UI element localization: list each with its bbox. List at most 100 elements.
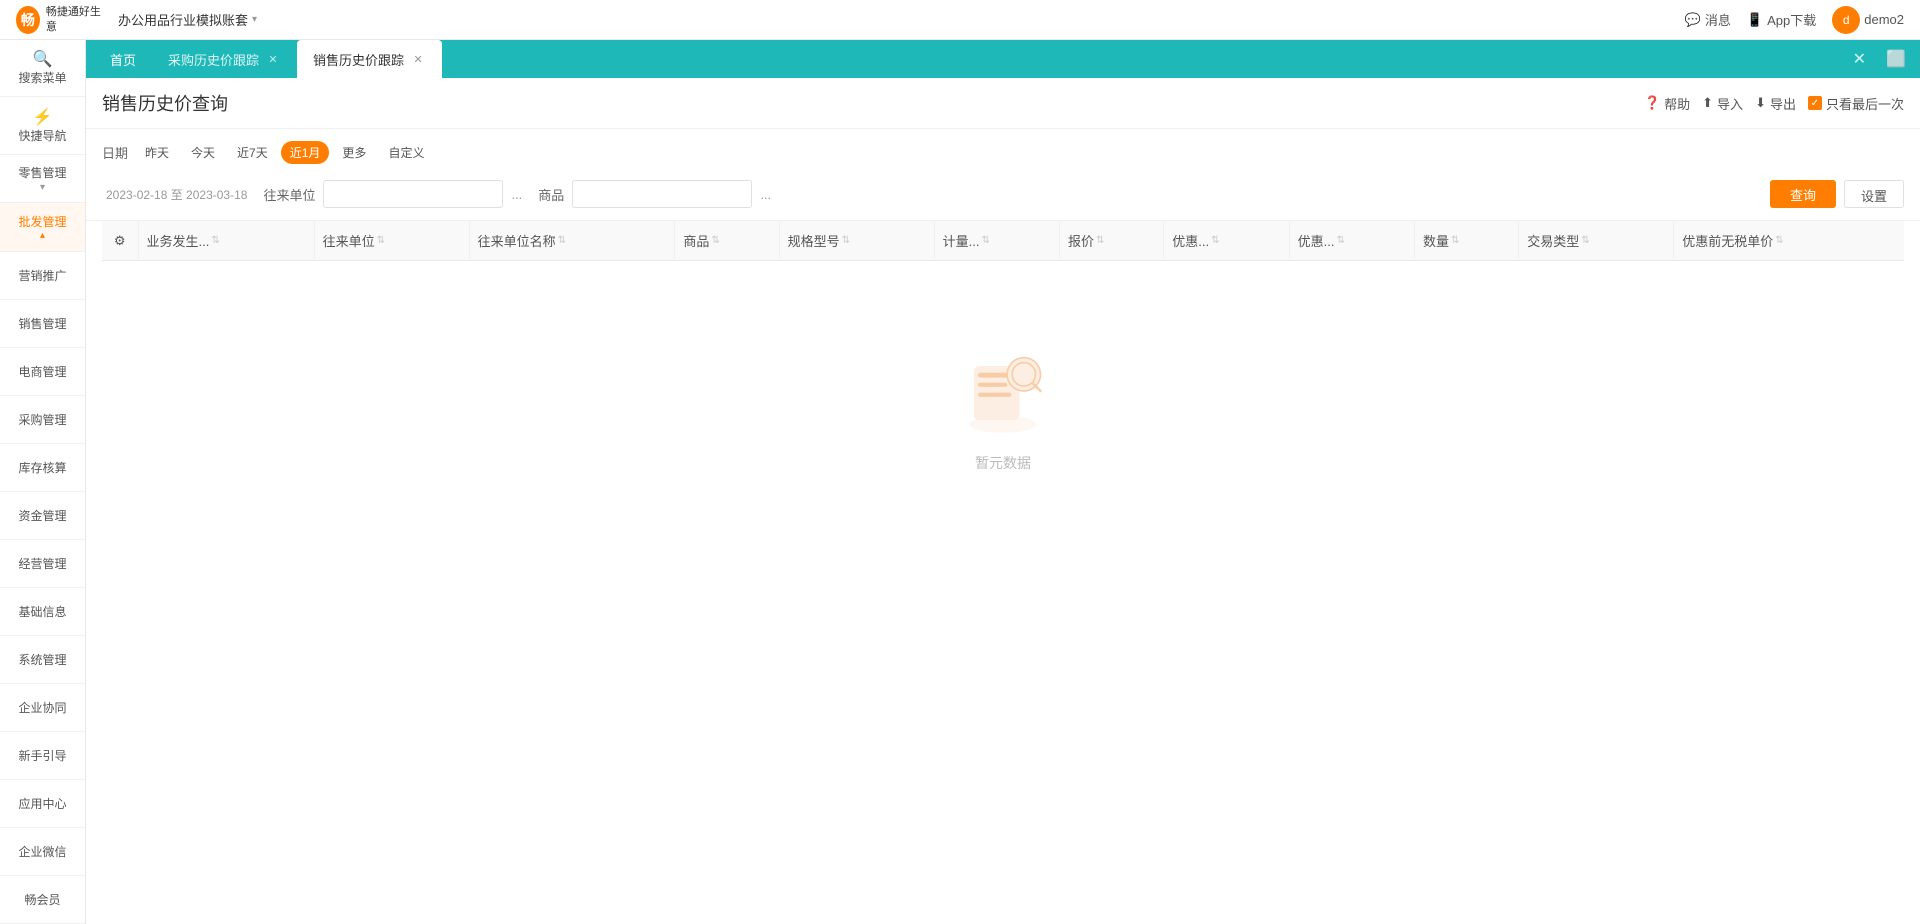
app-download-label: App下载 [1767, 10, 1816, 29]
sort-discount1-icon: ⇅ [1211, 235, 1219, 246]
table-col-gear[interactable]: ⚙ [102, 221, 138, 261]
table-col-spec[interactable]: 规格型号 ⇅ [779, 221, 934, 261]
table-col-product[interactable]: 商品 ⇅ [675, 221, 779, 261]
sidebar-label-operations: 经营管理 [18, 557, 66, 573]
app-download-action[interactable]: 📱 App下载 [1747, 10, 1816, 29]
product-ellipsis-btn[interactable]: ... [760, 187, 771, 202]
table-col-biz-date[interactable]: 业务发生... ⇅ [138, 221, 314, 261]
sidebar-item-enterprise-wechat[interactable]: 企业微信 [0, 828, 85, 876]
sort-quantity-icon: ⇅ [1451, 235, 1459, 246]
col-discount1-label: 优惠... [1172, 231, 1209, 250]
sidebar-item-inventory[interactable]: 库存核算 [0, 444, 85, 492]
col-trade-type-label: 交易类型 [1527, 231, 1579, 250]
export-icon: ⬇ [1755, 95, 1766, 111]
tab-bar: 首页 采购历史价跟踪 ✕ 销售历史价跟踪 ✕ ✕ ⬜ [86, 40, 1920, 78]
search-icon: 🔍 [33, 49, 53, 69]
message-action[interactable]: 💬 消息 [1685, 10, 1731, 29]
help-icon: ❓ [1644, 95, 1660, 111]
table-col-discount2[interactable]: 优惠... ⇅ [1289, 221, 1414, 261]
export-button[interactable]: ⬇ 导出 [1755, 94, 1796, 113]
tab-purchase-close-icon[interactable]: ✕ [265, 51, 281, 67]
partner-ellipsis-btn[interactable]: ... [511, 187, 522, 202]
sidebar-label-quick: 快捷导航 [18, 129, 66, 145]
page-content: 销售历史价查询 ❓ 帮助 ⬆ 导入 ⬇ 导出 ✓ [86, 78, 1920, 924]
settings-button[interactable]: 设置 [1844, 180, 1904, 208]
maximize-button[interactable]: ⬜ [1880, 47, 1912, 71]
sidebar-item-app-center[interactable]: 应用中心 [0, 780, 85, 828]
sort-partner-name-icon: ⇅ [558, 235, 566, 246]
sidebar-label-ecommerce: 电商管理 [18, 365, 66, 381]
app-selector[interactable]: 办公用品行业模拟账套 ▾ [110, 6, 265, 33]
date-filter-group: 日期 昨天 今天 近7天 近1月 更多 自定义 [102, 141, 433, 164]
sidebar-item-wholesale[interactable]: 批发管理 ▴ [0, 203, 85, 252]
col-quantity-label: 数量 [1423, 231, 1449, 250]
sidebar-item-marketing[interactable]: 营销推广 [0, 252, 85, 300]
empty-state: 暂元数据 [102, 261, 1904, 553]
help-button[interactable]: ❓ 帮助 [1644, 94, 1690, 113]
tab-bar-actions: ✕ ⬜ [1847, 47, 1912, 71]
table-col-partner-code[interactable]: 往来单位 ⇅ [314, 221, 469, 261]
sidebar-label-wholesale: 批发管理 [18, 215, 66, 231]
chevron-down-icon: ▾ [252, 14, 257, 25]
partner-input[interactable] [323, 180, 503, 208]
quick-nav-icon: ⚡ [33, 107, 53, 127]
sidebar-item-enterprise-coop[interactable]: 企业协同 [0, 684, 85, 732]
sidebar-item-retail[interactable]: 零售管理 ▾ [0, 155, 85, 204]
table-col-trade-type[interactable]: 交易类型 ⇅ [1519, 221, 1674, 261]
logo-area: 畅 畅捷通好生意 [16, 5, 102, 34]
col-partner-name-label: 往来单位名称 [478, 231, 556, 250]
tab-sales-close-icon[interactable]: ✕ [410, 51, 426, 67]
sidebar-label-finance: 资金管理 [18, 509, 66, 525]
date-btn-yesterday[interactable]: 昨天 [136, 141, 178, 164]
table-col-price[interactable]: 报价 ⇅ [1060, 221, 1164, 261]
sidebar-item-guide[interactable]: 新手引导 [0, 732, 85, 780]
table-container: ⚙ 业务发生... ⇅ 往来单位 [86, 221, 1920, 553]
sidebar-item-member[interactable]: 畅会员 [0, 876, 85, 924]
table-col-pretax-price[interactable]: 优惠前无税单价 ⇅ [1674, 221, 1904, 261]
header-left: 畅 畅捷通好生意 办公用品行业模拟账套 ▾ [16, 5, 265, 34]
date-btn-more[interactable]: 更多 [333, 141, 375, 164]
sidebar-item-purchase[interactable]: 采购管理 [0, 396, 85, 444]
col-biz-date-label: 业务发生... [147, 231, 210, 250]
date-btn-last7days[interactable]: 近7天 [228, 141, 277, 164]
date-btn-today[interactable]: 今天 [182, 141, 224, 164]
table-col-quantity[interactable]: 数量 ⇅ [1415, 221, 1519, 261]
top-header: 畅 畅捷通好生意 办公用品行业模拟账套 ▾ 💬 消息 📱 App下载 d dem… [0, 0, 1920, 40]
sidebar-item-ecommerce[interactable]: 电商管理 [0, 348, 85, 396]
sidebar-item-operations[interactable]: 经营管理 [0, 540, 85, 588]
table-col-discount1[interactable]: 优惠... ⇅ [1164, 221, 1289, 261]
date-filter-label: 日期 [102, 143, 128, 162]
app-name-label: 办公用品行业模拟账套 [118, 10, 248, 29]
help-label: 帮助 [1664, 94, 1690, 113]
tab-purchase-history[interactable]: 采购历史价跟踪 ✕ [152, 40, 297, 78]
sidebar-label-system: 系统管理 [18, 653, 66, 669]
date-btn-custom[interactable]: 自定义 [379, 141, 433, 164]
tab-sales-history[interactable]: 销售历史价跟踪 ✕ [297, 40, 442, 78]
product-filter-group: 商品 ... [538, 180, 771, 208]
tab-purchase-history-label: 采购历史价跟踪 [168, 50, 259, 69]
table-col-partner-name[interactable]: 往来单位名称 ⇅ [469, 221, 675, 261]
sidebar-item-system[interactable]: 系统管理 [0, 636, 85, 684]
only-latest-label: 只看最后一次 [1826, 94, 1904, 113]
product-input[interactable] [572, 180, 752, 208]
col-spec-label: 规格型号 [788, 231, 840, 250]
sidebar-item-basic[interactable]: 基础信息 [0, 588, 85, 636]
import-button[interactable]: ⬆ 导入 [1702, 94, 1743, 113]
logo-icon: 畅 [16, 6, 40, 34]
sidebar-item-sales[interactable]: 销售管理 [0, 300, 85, 348]
query-button[interactable]: 查询 [1770, 180, 1836, 208]
tab-home[interactable]: 首页 [94, 40, 152, 78]
page-title: 销售历史价查询 [102, 90, 228, 116]
date-btn-1month[interactable]: 近1月 [281, 141, 330, 164]
user-info[interactable]: d demo2 [1832, 6, 1904, 34]
sidebar-label-basic: 基础信息 [18, 605, 66, 621]
table-col-unit[interactable]: 计量... ⇅ [934, 221, 1059, 261]
close-all-tabs-button[interactable]: ✕ [1847, 47, 1872, 71]
sidebar-item-finance[interactable]: 资金管理 [0, 492, 85, 540]
only-latest-checkbox[interactable]: ✓ 只看最后一次 [1808, 94, 1904, 113]
sidebar-label-enterprise-coop: 企业协同 [18, 701, 66, 717]
table-header-row: ⚙ 业务发生... ⇅ 往来单位 [102, 221, 1904, 261]
sidebar-item-quick-nav[interactable]: ⚡ 快捷导航 [0, 97, 85, 154]
sidebar-label-enterprise-wechat: 企业微信 [18, 845, 66, 861]
sidebar-item-search-menu[interactable]: 🔍 搜索菜单 [0, 40, 85, 97]
